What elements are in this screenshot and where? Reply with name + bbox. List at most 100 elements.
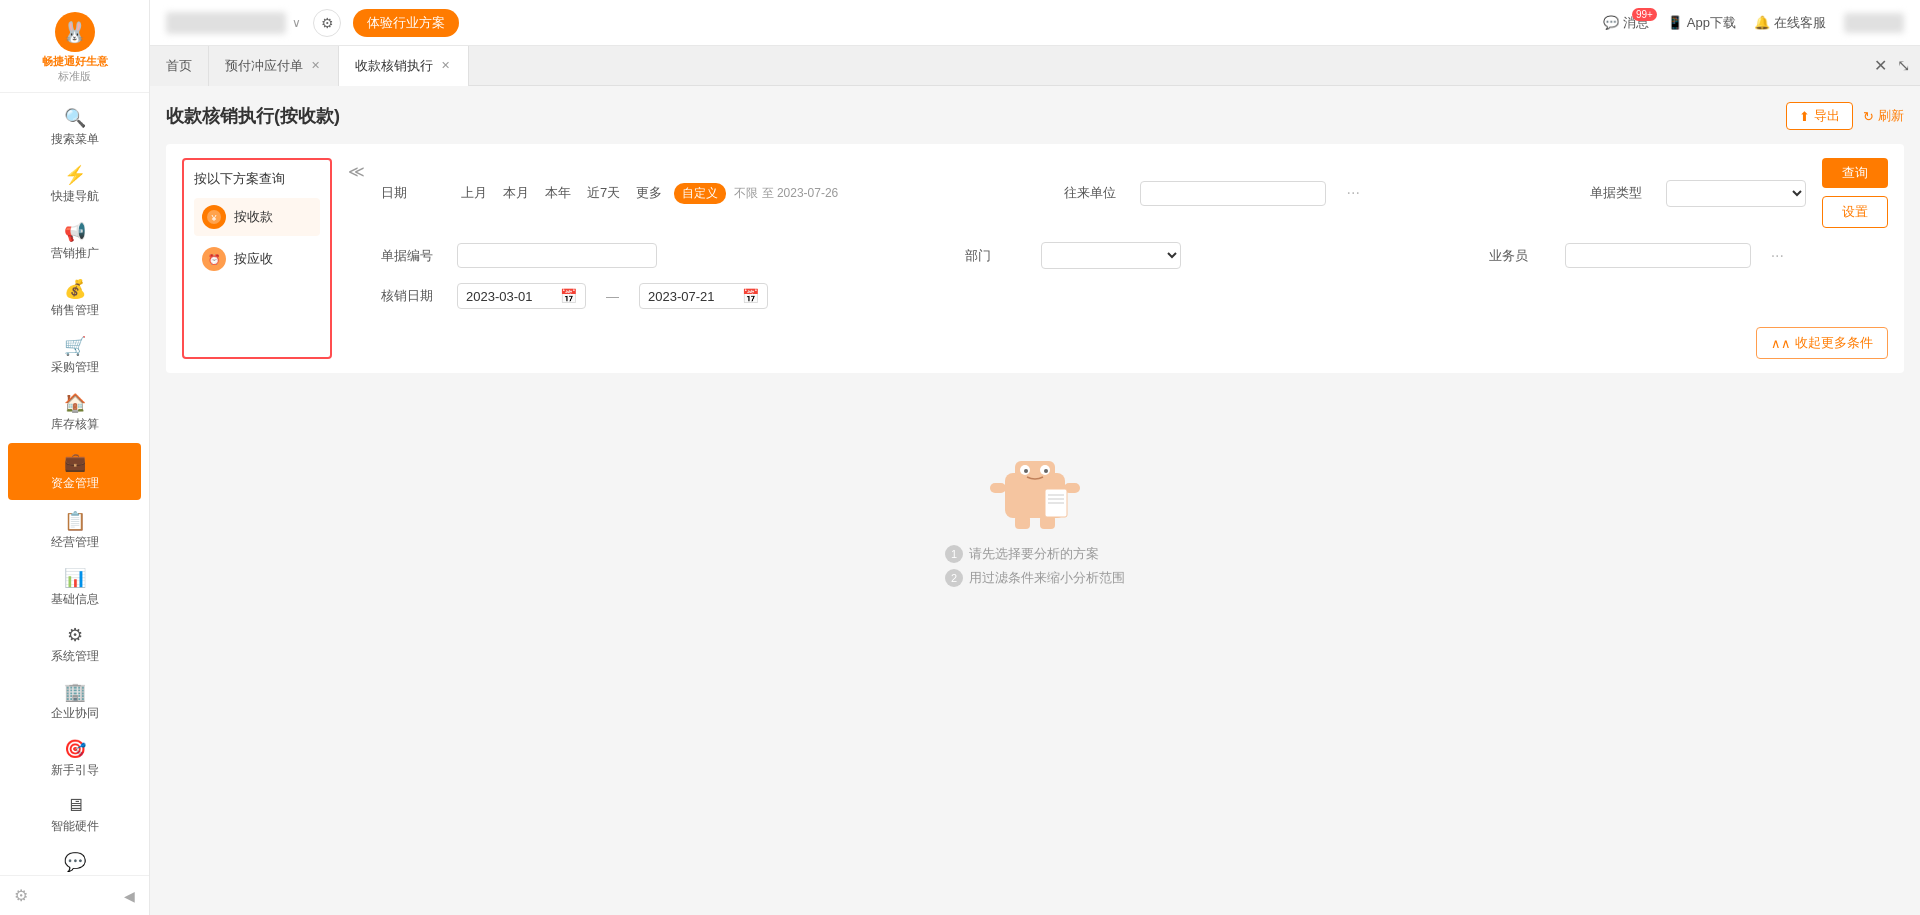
tab-writeoff-label: 收款核销执行 — [355, 57, 433, 75]
search-icon: 🔍 — [64, 107, 86, 129]
date-7days[interactable]: 近7天 — [583, 182, 624, 204]
header-chevron-icon[interactable]: ∨ — [292, 16, 301, 30]
main-content: ∨ ⚙ 体验行业方案 💬 消息 99+ 📱 App下载 🔔 在线客服 首 — [150, 0, 1920, 915]
sidebar-logo: 🐰 畅捷通好生意 标准版 — [0, 0, 149, 93]
calendar-start-icon[interactable]: 📅 — [560, 288, 577, 304]
app-download-label: App下载 — [1687, 14, 1736, 32]
header-gear-button[interactable]: ⚙ — [313, 9, 341, 37]
filter-option-by-payable[interactable]: ⏰ 按应收 — [194, 240, 320, 278]
app-download-button[interactable]: 📱 App下载 — [1667, 14, 1736, 32]
date-this-month[interactable]: 本月 — [499, 182, 533, 204]
sidebar-item-finance[interactable]: 💼 资金管理 — [8, 443, 141, 500]
collapse-more-button[interactable]: ∧∧ 收起更多条件 — [1756, 327, 1888, 359]
counterparty-picker-icon[interactable]: ··· — [1342, 184, 1363, 202]
tab-close-all-icon[interactable]: ✕ — [1874, 56, 1887, 75]
svg-text:¥: ¥ — [210, 213, 217, 223]
sidebar-item-guide[interactable]: 🎯 新手引导 — [0, 730, 149, 787]
system-icon: ⚙ — [67, 624, 83, 646]
salesperson-input[interactable] — [1565, 243, 1751, 268]
filter-row-2: 单据编号 部门 业务员 ··· — [381, 242, 1888, 269]
filter-receipt-icon: ¥ — [202, 205, 226, 229]
sidebar-item-label: 企业协同 — [51, 705, 99, 722]
service-button[interactable]: 🔔 在线客服 — [1754, 14, 1826, 32]
app-download-icon: 📱 — [1667, 15, 1683, 30]
sidebar-item-purchase[interactable]: 🛒 采购管理 — [0, 327, 149, 384]
header-right: 💬 消息 99+ 📱 App下载 🔔 在线客服 — [1603, 13, 1904, 33]
trial-button[interactable]: 体验行业方案 — [353, 9, 459, 37]
sidebar-item-inventory[interactable]: 🏠 库存核算 — [0, 384, 149, 441]
date-this-year[interactable]: 本年 — [541, 182, 575, 204]
tab-expand-icon[interactable]: ⤡ — [1897, 56, 1910, 75]
sidebar-item-basic[interactable]: 📊 基础信息 — [0, 559, 149, 616]
collapse-chevron-icon: ∧∧ — [1771, 336, 1791, 351]
filter-sidebar-title: 按以下方案查询 — [194, 170, 320, 188]
sidebar-collapse-icon[interactable]: ◀ — [124, 888, 135, 904]
marketing-icon: 📢 — [64, 221, 86, 243]
query-button[interactable]: 查询 — [1822, 158, 1888, 188]
tab-bar: 首页 预付冲应付单 ✕ 收款核销执行 ✕ ✕ ⤡ — [150, 46, 1920, 86]
sidebar-item-label: 快捷导航 — [51, 188, 99, 205]
quick-icon: ⚡ — [64, 164, 86, 186]
date-last-month[interactable]: 上月 — [457, 182, 491, 204]
filter-option-by-receipt[interactable]: ¥ 按收款 — [194, 198, 320, 236]
sidebar-item-wechat[interactable]: 💬 企业微信 — [0, 843, 149, 875]
writeoff-date-end-input[interactable] — [648, 289, 738, 304]
department-select[interactable] — [1041, 242, 1181, 269]
collapse-more-label: 收起更多条件 — [1795, 334, 1873, 352]
setting-button[interactable]: 设置 — [1822, 196, 1888, 228]
inventory-icon: 🏠 — [64, 392, 86, 414]
tip-num-2: 2 — [945, 569, 963, 587]
calendar-end-icon[interactable]: 📅 — [742, 288, 759, 304]
filter-collapse-button[interactable]: ≪ — [344, 158, 369, 185]
date-more[interactable]: 更多 — [632, 182, 666, 204]
sidebar-item-enterprise[interactable]: 🏢 企业协同 — [0, 673, 149, 730]
sidebar-item-label: 经营管理 — [51, 534, 99, 551]
sidebar-settings-icon[interactable]: ⚙ — [14, 886, 28, 905]
date-separator: — — [606, 289, 619, 304]
header-username — [1844, 13, 1904, 33]
sidebar-item-label: 新手引导 — [51, 762, 99, 779]
guide-icon: 🎯 — [64, 738, 86, 760]
order-no-label: 单据编号 — [381, 247, 441, 265]
date-custom[interactable]: 自定义 — [674, 183, 726, 204]
refresh-button[interactable]: ↻ 刷新 — [1863, 102, 1904, 130]
sidebar-item-label: 库存核算 — [51, 416, 99, 433]
tip-text-2: 用过滤条件来缩小分析范围 — [969, 569, 1125, 587]
tab-prepay-close[interactable]: ✕ — [309, 59, 322, 72]
sidebar-item-hardware[interactable]: 🖥 智能硬件 — [0, 787, 149, 843]
filter-row-3: 核销日期 📅 — 📅 — [381, 283, 1888, 309]
sidebar-item-quick[interactable]: ⚡ 快捷导航 — [0, 156, 149, 213]
wechat-icon: 💬 — [64, 851, 86, 873]
sidebar-item-ops[interactable]: 📋 经营管理 — [0, 502, 149, 559]
basic-icon: 📊 — [64, 567, 86, 589]
sidebar-item-label: 基础信息 — [51, 591, 99, 608]
writeoff-date-start-input[interactable] — [466, 289, 556, 304]
tab-prepay[interactable]: 预付冲应付单 ✕ — [209, 46, 339, 86]
message-button[interactable]: 💬 消息 99+ — [1603, 14, 1649, 32]
page-actions: ⬆ 导出 ↻ 刷新 — [1786, 102, 1904, 130]
tab-writeoff-close[interactable]: ✕ — [439, 59, 452, 72]
sidebar-item-sales[interactable]: 💰 销售管理 — [0, 270, 149, 327]
salesperson-picker-icon[interactable]: ··· — [1767, 247, 1788, 265]
sidebar-item-label: 营销推广 — [51, 245, 99, 262]
writeoff-date-label: 核销日期 — [381, 287, 441, 305]
tab-writeoff[interactable]: 收款核销执行 ✕ — [339, 46, 469, 86]
refresh-icon: ↻ — [1863, 109, 1874, 124]
svg-point-6 — [1024, 469, 1028, 473]
sidebar-item-system[interactable]: ⚙ 系统管理 — [0, 616, 149, 673]
order-no-input[interactable] — [457, 243, 657, 268]
export-label: 导出 — [1814, 107, 1840, 125]
tab-bar-actions: ✕ ⤡ — [1864, 56, 1920, 75]
top-header: ∨ ⚙ 体验行业方案 💬 消息 99+ 📱 App下载 🔔 在线客服 — [150, 0, 1920, 46]
tab-home[interactable]: 首页 — [150, 46, 209, 86]
service-icon: 🔔 — [1754, 15, 1770, 30]
export-button[interactable]: ⬆ 导出 — [1786, 102, 1853, 130]
message-icon: 💬 — [1603, 15, 1619, 30]
doc-type-select[interactable] — [1666, 180, 1806, 207]
sidebar-item-label: 采购管理 — [51, 359, 99, 376]
writeoff-date-start-group: 📅 — [457, 283, 586, 309]
sidebar-item-marketing[interactable]: 📢 营销推广 — [0, 213, 149, 270]
sidebar-item-search[interactable]: 🔍 搜索菜单 — [0, 99, 149, 156]
svg-point-7 — [1044, 469, 1048, 473]
counterparty-input[interactable] — [1140, 181, 1326, 206]
